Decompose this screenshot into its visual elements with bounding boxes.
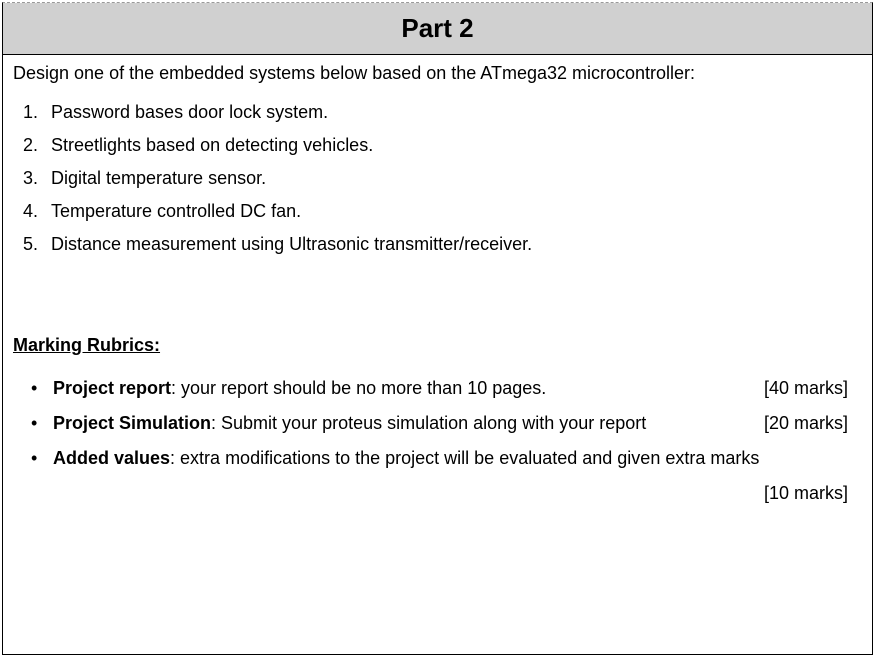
option-text: Temperature controlled DC fan. xyxy=(51,201,301,221)
rubric-item: Project Simulation: Submit your proteus … xyxy=(53,413,862,434)
options-list: 1.Password bases door lock system. 2.Str… xyxy=(13,102,862,255)
option-item: 3.Digital temperature sensor. xyxy=(51,168,862,189)
intro-text: Design one of the embedded systems below… xyxy=(13,63,862,84)
rubric-desc: : extra modifications to the project wil… xyxy=(170,448,759,468)
rubrics-heading: Marking Rubrics: xyxy=(13,335,862,356)
rubric-label: Added values xyxy=(53,448,170,468)
rubric-item: Project report: your report should be no… xyxy=(53,378,862,399)
option-item: 4.Temperature controlled DC fan. xyxy=(51,201,862,222)
page-title: Part 2 xyxy=(3,13,872,44)
rubric-text: Project Simulation: Submit your proteus … xyxy=(53,413,646,434)
document-header: Part 2 xyxy=(3,3,872,55)
rubrics-list: Project report: your report should be no… xyxy=(13,378,862,504)
rubric-desc: : Submit your proteus simulation along w… xyxy=(211,413,646,433)
rubric-label: Project Simulation xyxy=(53,413,211,433)
rubric-text: Project report: your report should be no… xyxy=(53,378,546,399)
rubric-desc: : your report should be no more than 10 … xyxy=(171,378,546,398)
option-text: Password bases door lock system. xyxy=(51,102,328,122)
rubric-marks: [20 marks] xyxy=(764,413,848,434)
rubric-marks: [40 marks] xyxy=(764,378,848,399)
option-item: 2.Streetlights based on detecting vehicl… xyxy=(51,135,862,156)
rubric-item: Added values: extra modifications to the… xyxy=(53,448,862,504)
document-content: Design one of the embedded systems below… xyxy=(3,55,872,526)
option-text: Streetlights based on detecting vehicles… xyxy=(51,135,373,155)
document-container: Part 2 Design one of the embedded system… xyxy=(2,2,873,655)
rubric-label: Project report xyxy=(53,378,171,398)
rubric-marks: [10 marks] xyxy=(53,483,848,504)
option-item: 1.Password bases door lock system. xyxy=(51,102,862,123)
option-item: 5.Distance measurement using Ultrasonic … xyxy=(51,234,862,255)
rubric-text: Added values: extra modifications to the… xyxy=(53,448,759,468)
option-text: Digital temperature sensor. xyxy=(51,168,266,188)
option-text: Distance measurement using Ultrasonic tr… xyxy=(51,234,532,254)
